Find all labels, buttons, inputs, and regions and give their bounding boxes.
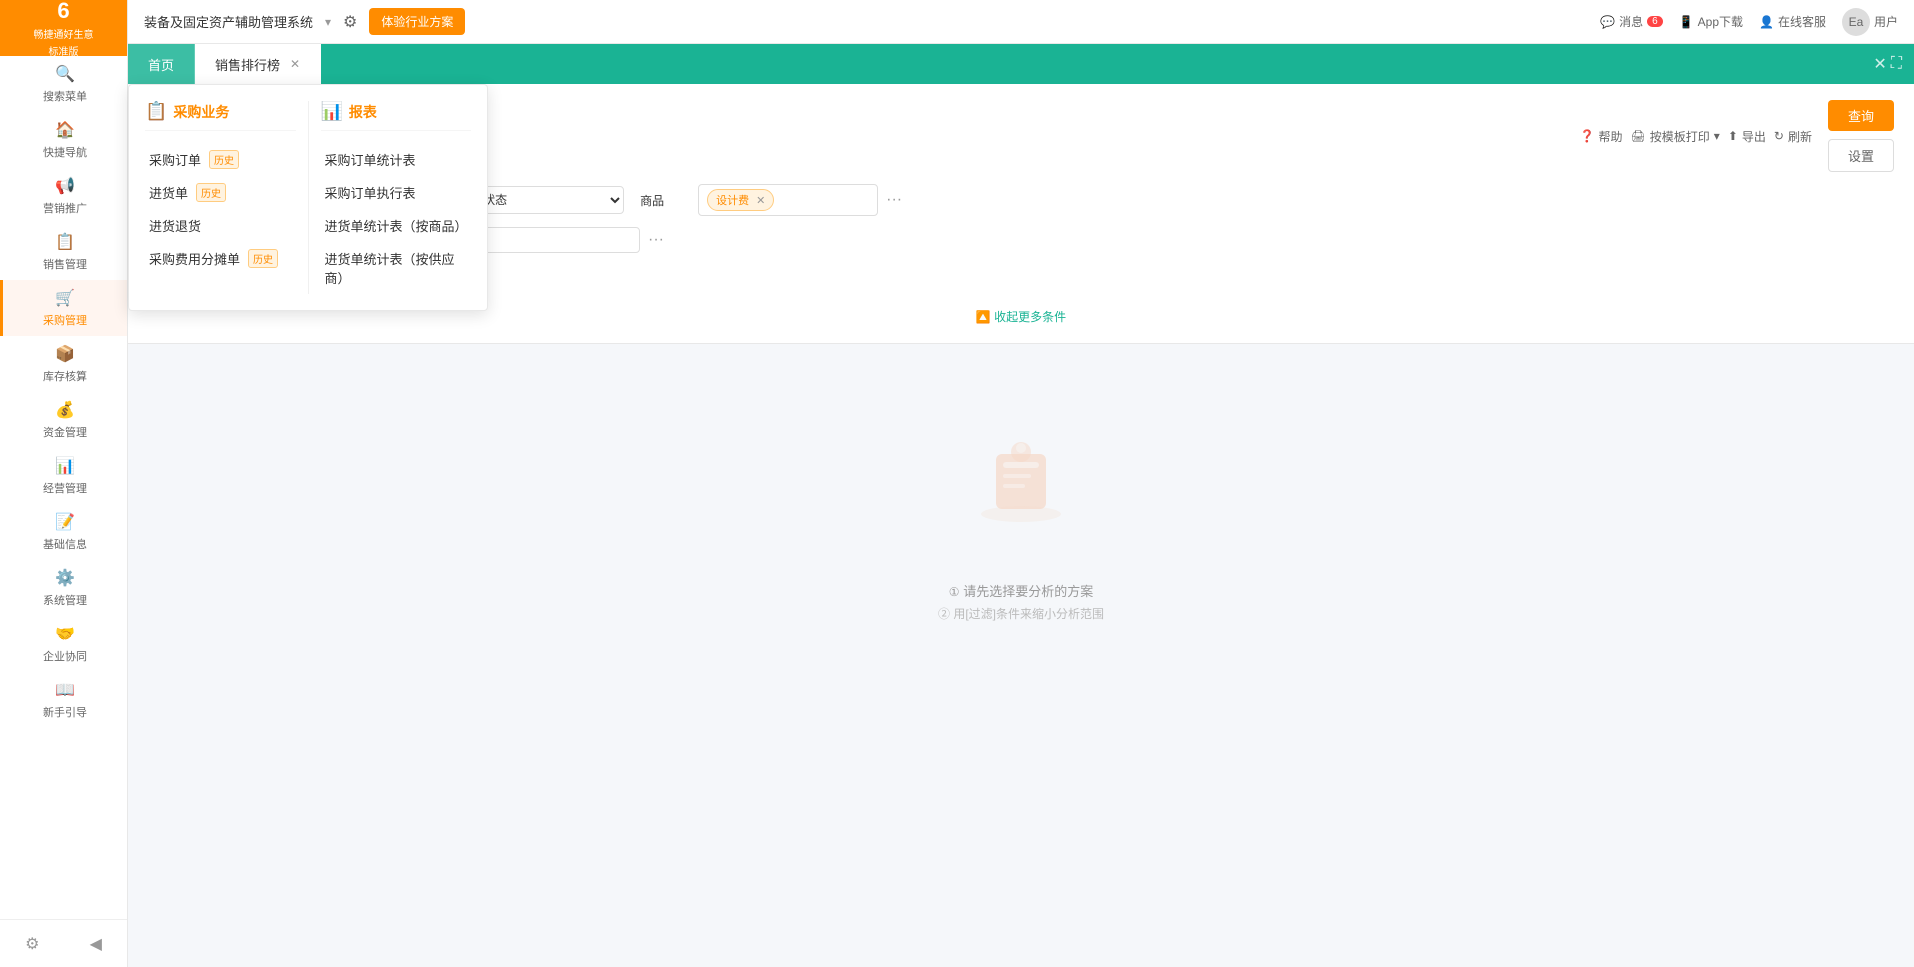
purchase-order-exec-label: 采购订单执行表	[325, 183, 416, 202]
instock-stat-goods-item[interactable]: 进货单统计表（按商品）	[321, 209, 472, 242]
purchase-instock-hist-badge: 历史	[196, 183, 226, 202]
purchase-report-title: 📊 报表	[321, 101, 472, 131]
purchase-order-hist-badge: 历史	[209, 150, 239, 169]
purchase-instock-item[interactable]: 进货单 历史	[145, 176, 296, 209]
purchase-instock-label: 进货单	[149, 183, 188, 202]
purchase-expense-hist-badge: 历史	[248, 249, 278, 268]
report-col-icon: 📊	[321, 101, 343, 122]
purchase-report-col: 📊 报表 采购订单统计表 采购订单执行表 进货单统计表（按商品） 进货单统计表（…	[321, 101, 472, 294]
instock-stat-goods-label: 进货单统计表（按商品）	[325, 216, 468, 235]
business-col-label: 采购业务	[173, 102, 229, 122]
purchase-return-label: 进货退货	[149, 216, 201, 235]
purchase-order-exec-item[interactable]: 采购订单执行表	[321, 176, 472, 209]
purchase-order-stat-item[interactable]: 采购订单统计表	[321, 143, 472, 176]
report-col-label: 报表	[349, 102, 377, 122]
business-col-icon: 📋	[145, 101, 167, 122]
col-divider	[308, 101, 309, 294]
purchase-order-item[interactable]: 采购订单 历史	[145, 143, 296, 176]
purchase-return-item[interactable]: 进货退货	[145, 209, 296, 242]
instock-stat-supplier-item[interactable]: 进货单统计表（按供应商）	[321, 242, 472, 294]
purchase-order-label: 采购订单	[149, 150, 201, 169]
purchase-expense-item[interactable]: 采购费用分摊单 历史	[145, 242, 296, 275]
purchase-business-title: 📋 采购业务	[145, 101, 296, 131]
purchase-expense-label: 采购费用分摊单	[149, 249, 240, 268]
purchase-business-col: 📋 采购业务 采购订单 历史 进货单 历史 进货退货 采购费用分摊单 历史	[145, 101, 296, 294]
dropdown-cols: 📋 采购业务 采购订单 历史 进货单 历史 进货退货 采购费用分摊单 历史	[145, 101, 471, 294]
purchase-dropdown-menu: 📋 采购业务 采购订单 历史 进货单 历史 进货退货 采购费用分摊单 历史	[128, 84, 488, 311]
purchase-order-stat-label: 采购订单统计表	[325, 150, 416, 169]
instock-stat-supplier-label: 进货单统计表（按供应商）	[325, 249, 468, 287]
